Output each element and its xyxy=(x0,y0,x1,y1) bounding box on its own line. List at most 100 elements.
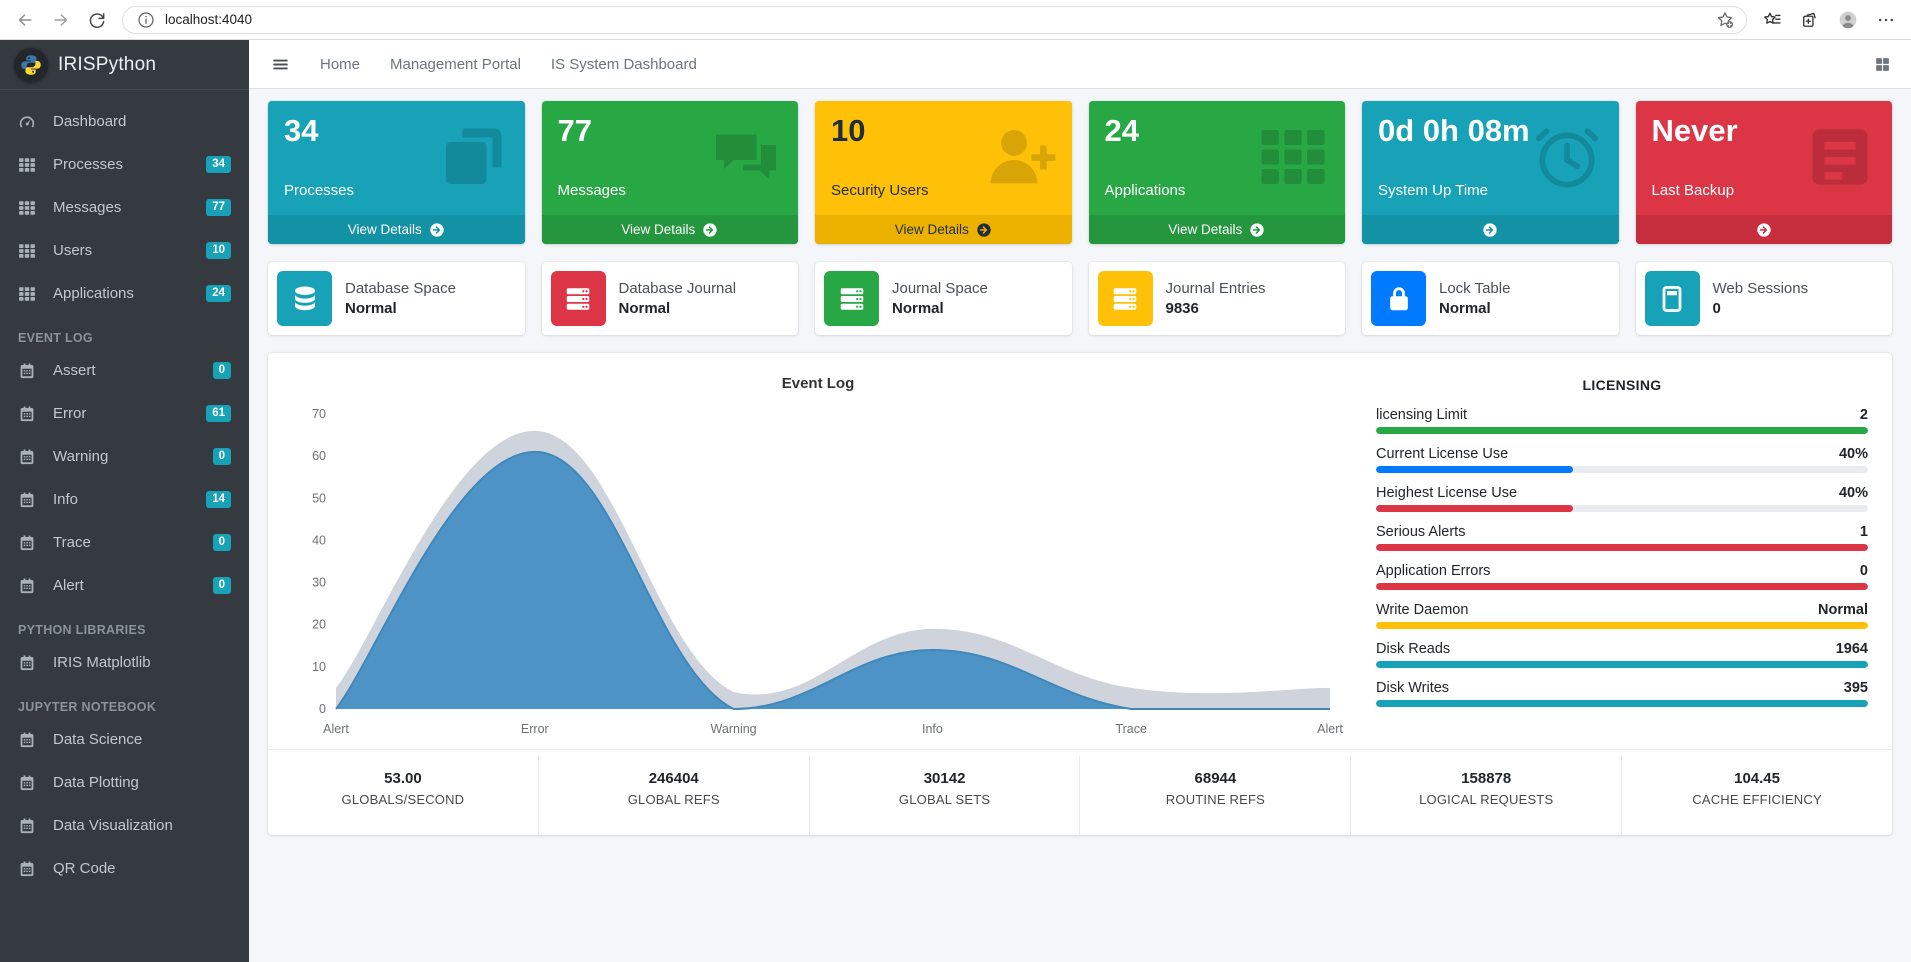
server-rows-icon xyxy=(550,271,606,326)
view-details-link[interactable]: View Details xyxy=(541,215,798,244)
licensing-row-current-license-use: Current License Use 40% xyxy=(1376,446,1868,473)
calendar-icon xyxy=(18,860,40,878)
calendar-icon xyxy=(18,654,40,672)
sidebar-item-processes[interactable]: Processes 34 xyxy=(8,143,241,186)
progress-fill xyxy=(1376,661,1868,668)
brand[interactable]: IRISPython xyxy=(0,40,249,90)
avatar[interactable] xyxy=(1837,9,1859,31)
sidebar-item-dashboard[interactable]: Dashboard xyxy=(8,100,241,143)
calendar-icon xyxy=(18,774,40,792)
sidebar-item-label: Users xyxy=(53,242,93,259)
licensing-section: LICENSING licensing Limit 2 Current Lice… xyxy=(1350,373,1870,743)
info-box-label: Database Space xyxy=(345,280,456,297)
view-details-link[interactable]: View Details xyxy=(268,215,525,244)
clock-icon xyxy=(1531,121,1603,198)
sidebar-item-assert[interactable]: Assert 0 xyxy=(8,349,241,392)
stat-label: Security Users xyxy=(831,182,929,199)
sidebar-item-label: Alert xyxy=(53,577,84,594)
sidebar-item-label: Dashboard xyxy=(53,113,127,130)
metric-global-refs: 246404 GLOBAL REFS xyxy=(537,756,809,835)
grid-icon xyxy=(18,156,40,174)
stat-card-messages: 77 Messages View Details xyxy=(541,101,799,244)
metric-label: GLOBALS/SECOND xyxy=(341,792,465,807)
nav-home[interactable]: Home xyxy=(305,56,375,73)
stat-card-body: Never Last Backup xyxy=(1636,101,1893,215)
view-details-link[interactable] xyxy=(1635,215,1892,244)
stat-label: Applications xyxy=(1104,182,1186,199)
sidebar-item-error[interactable]: Error 61 xyxy=(8,392,241,435)
menu-toggle-icon[interactable] xyxy=(265,49,295,79)
info-box-value: 9836 xyxy=(1165,300,1199,317)
licensing-label: Disk Reads xyxy=(1376,641,1451,657)
metric-value: 104.45 xyxy=(1734,770,1780,787)
sidebar-item-alert[interactable]: Alert 0 xyxy=(8,564,241,607)
nav-management-portal[interactable]: Management Portal xyxy=(375,56,536,73)
count-badge: 34 xyxy=(206,156,231,173)
sidebar-item-messages[interactable]: Messages 77 xyxy=(8,186,241,229)
nav-is-system-dashboard[interactable]: IS System Dashboard xyxy=(536,56,712,73)
sidebar-item-applications[interactable]: Applications 24 xyxy=(8,272,241,315)
collections-icon[interactable] xyxy=(1799,9,1821,31)
stat-label: Processes xyxy=(284,182,355,199)
sidebar-item-qr-code[interactable]: QR Code xyxy=(8,847,241,890)
sidebar-section-heading: EVENT LOG xyxy=(18,331,93,345)
info-box-text: Database Space Normal xyxy=(345,280,456,317)
progress-bar xyxy=(1376,700,1868,707)
dashboard-content: 34 Processes View Details 77 Messages Vi… xyxy=(249,89,1911,962)
sidebar-item-data-science[interactable]: Data Science xyxy=(8,718,241,761)
sidebar-item-info[interactable]: Info 14 xyxy=(8,478,241,521)
sidebar-item-iris-matplotlib[interactable]: IRIS Matplotlib xyxy=(8,641,241,684)
licensing-label: Serious Alerts xyxy=(1376,524,1466,540)
sidebar-item-warning[interactable]: Warning 0 xyxy=(8,435,241,478)
top-nav: Home Management Portal IS System Dashboard xyxy=(305,56,712,73)
info-box-text: Database Journal Normal xyxy=(619,280,737,317)
sidebar: IRISPython Dashboard Processes 34 Messag… xyxy=(0,40,249,962)
refresh-icon[interactable] xyxy=(86,9,108,31)
forward-icon[interactable] xyxy=(50,9,72,31)
sidebar-item-trace[interactable]: Trace 0 xyxy=(8,521,241,564)
svg-text:Warning: Warning xyxy=(711,722,757,736)
svg-text:70: 70 xyxy=(312,407,326,421)
site-info-icon[interactable] xyxy=(135,9,157,31)
sidebar-item-data-visualization[interactable]: Data Visualization xyxy=(8,804,241,847)
url-text: localhost:4040 xyxy=(165,12,253,27)
calendar-icon xyxy=(18,362,40,380)
sidebar-section-heading: PYTHON LIBRARIES xyxy=(18,623,146,637)
progress-bar xyxy=(1376,544,1868,551)
stat-label: Last Backup xyxy=(1651,182,1735,199)
view-details-link[interactable]: View Details xyxy=(1088,215,1345,244)
count-badge: 10 xyxy=(206,242,231,259)
sidebar-item-label: Applications xyxy=(53,285,134,302)
metric-routine-refs: 68944 ROUTINE REFS xyxy=(1079,756,1350,835)
calendar-icon xyxy=(18,817,40,835)
app-header: Home Management Portal IS System Dashboard xyxy=(249,40,1911,89)
grid-icon xyxy=(18,242,40,260)
sidebar-section-heading: JUPYTER NOTEBOOK xyxy=(18,700,157,714)
metric-value: 158878 xyxy=(1461,770,1512,787)
back-icon[interactable] xyxy=(14,9,36,31)
stat-card-body: 77 Messages xyxy=(542,101,799,215)
info-box-journal-entries: Journal Entries 9836 xyxy=(1088,262,1345,335)
info-box-label: Journal Entries xyxy=(1165,280,1266,297)
address-bar[interactable]: localhost:4040 xyxy=(122,5,1747,34)
stat-card-processes: 34 Processes View Details xyxy=(268,101,525,244)
sidebar-item-label: QR Code xyxy=(53,860,116,877)
svg-text:Trace: Trace xyxy=(1115,722,1147,736)
view-details-link[interactable] xyxy=(1362,215,1619,244)
sidebar-item-data-plotting[interactable]: Data Plotting xyxy=(8,761,241,804)
favorites-bar-icon[interactable] xyxy=(1761,9,1783,31)
sidebar-item-users[interactable]: Users 10 xyxy=(8,229,241,272)
licensing-value: 40% xyxy=(1838,485,1868,501)
browser-menu-icon[interactable] xyxy=(1875,9,1897,31)
view-details-link[interactable]: View Details xyxy=(815,215,1072,244)
grid-view-icon[interactable] xyxy=(1869,51,1895,77)
view-details-label: View Details xyxy=(1168,222,1243,237)
add-favorite-icon[interactable] xyxy=(1714,9,1736,31)
calendar-icon xyxy=(18,577,40,595)
event-log-chart: 0 10 20 30 40 50 60 70 Alert Error Warning Info Trac… xyxy=(312,407,1343,736)
progress-fill xyxy=(1376,622,1868,629)
app-frame: IRISPython Dashboard Processes 34 Messag… xyxy=(0,40,1911,962)
metric-logical-requests: 158878 LOGICAL REQUESTS xyxy=(1350,756,1621,835)
sidebar-item-label: IRIS Matplotlib xyxy=(53,654,151,671)
brand-title: IRISPython xyxy=(58,53,157,75)
